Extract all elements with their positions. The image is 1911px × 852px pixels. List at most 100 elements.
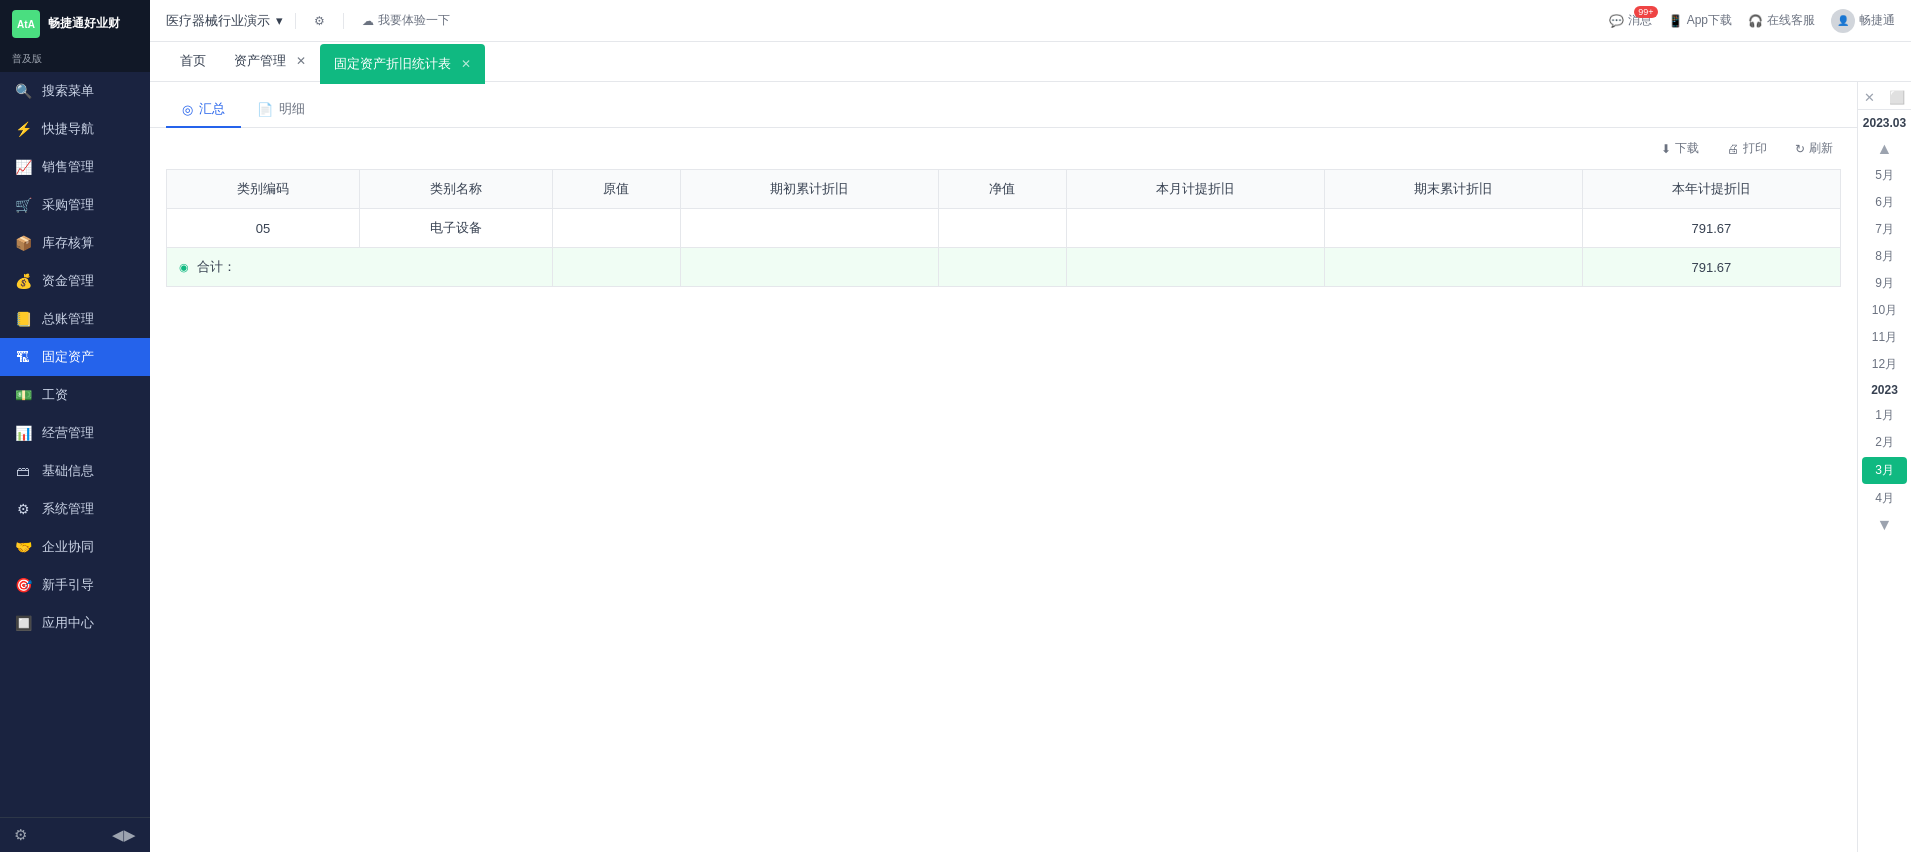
panel-month-12[interactable]: 12月 <box>1858 351 1911 378</box>
username: 畅捷通 <box>1859 12 1895 29</box>
cell-net-value <box>938 209 1066 248</box>
cell-beginning-accumulated <box>680 209 938 248</box>
col-monthly-depreciation: 本月计提折旧 <box>1066 170 1324 209</box>
refresh-btn[interactable]: ↻ 刷新 <box>1787 136 1841 161</box>
sidebar-footer: ⚙ ◀▶ <box>0 817 150 852</box>
sidebar-item-fixed-assets[interactable]: 🏗 固定资产 <box>0 338 150 376</box>
tabs-bar: 首页 资产管理 ✕ 固定资产折旧统计表 ✕ <box>150 42 1911 82</box>
tab-home[interactable]: 首页 <box>166 42 220 82</box>
tab-depreciation-table[interactable]: 固定资产折旧统计表 ✕ <box>320 44 485 84</box>
sidebar-item-enterprise[interactable]: 🤝 企业协同 <box>0 528 150 566</box>
sidebar-item-label: 库存核算 <box>42 234 94 252</box>
sidebar-item-label: 销售管理 <box>42 158 94 176</box>
detail-doc-icon: 📄 <box>257 102 273 117</box>
settings-btn[interactable]: ⚙ <box>308 10 331 32</box>
cell-category-code: 05 <box>167 209 360 248</box>
total-label: 合计： <box>197 259 236 274</box>
panel-nav-up[interactable]: ▲ <box>1873 136 1897 162</box>
tab-close-active-icon[interactable]: ✕ <box>461 57 471 71</box>
panel-close-btn[interactable]: ✕ <box>1864 90 1875 105</box>
table-wrapper: 类别编码 类别名称 原值 期初累计折旧 净值 本月计提折旧 期末累计折旧 本年计… <box>150 169 1857 303</box>
settings-icon[interactable]: ⚙ <box>14 826 27 844</box>
col-category-name: 类别名称 <box>359 170 552 209</box>
main-content: 医疗器械行业演示 ▾ ⚙ ☁ 我要体验一下 💬 消息 99+ 📱 App下载 🎧 <box>150 0 1911 852</box>
basic-info-icon: 🗃 <box>14 462 32 480</box>
experience-btn[interactable]: ☁ 我要体验一下 <box>356 8 456 33</box>
panel-month-4[interactable]: 4月 <box>1858 485 1911 512</box>
sub-tab-summary[interactable]: ◎ 汇总 <box>166 92 241 128</box>
enterprise-icon: 🤝 <box>14 538 32 556</box>
panel-month-10[interactable]: 10月 <box>1858 297 1911 324</box>
sidebar-item-label: 经营管理 <box>42 424 94 442</box>
panel-month-11[interactable]: 11月 <box>1858 324 1911 351</box>
sidebar-item-finance[interactable]: 💰 资金管理 <box>0 262 150 300</box>
sidebar-item-beginner[interactable]: 🎯 新手引导 <box>0 566 150 604</box>
app-header: AtA 畅捷通好业财 <box>0 0 150 48</box>
sidebar-item-label: 应用中心 <box>42 614 94 632</box>
app-download-btn[interactable]: 📱 App下载 <box>1668 12 1732 29</box>
sidebar-nav: 🔍 搜索菜单 ⚡ 快捷导航 📈 销售管理 🛒 采购管理 📦 库存核算 💰 资金管… <box>0 72 150 817</box>
panel-month-9[interactable]: 9月 <box>1858 270 1911 297</box>
panel-month-2[interactable]: 2月 <box>1858 429 1911 456</box>
panel-expand-btn[interactable]: ⬜ <box>1889 90 1905 105</box>
panel-nav-down[interactable]: ▼ <box>1873 512 1897 538</box>
print-btn[interactable]: 🖨 打印 <box>1719 136 1775 161</box>
app-name: 畅捷通好业财 <box>48 16 120 32</box>
sidebar-item-payroll[interactable]: 💵 工资 <box>0 376 150 414</box>
sidebar-item-label: 系统管理 <box>42 500 94 518</box>
total-icon: ◉ <box>179 261 189 273</box>
sidebar-item-search[interactable]: 🔍 搜索菜单 <box>0 72 150 110</box>
app-logo-text: AtA <box>17 18 35 31</box>
sidebar-item-system[interactable]: ⚙ 系统管理 <box>0 490 150 528</box>
sidebar-item-label: 固定资产 <box>42 348 94 366</box>
tab-depreciation-label: 固定资产折旧统计表 <box>334 55 451 73</box>
total-net-value <box>938 248 1066 287</box>
table-total-row: ◉ 合计： 791.67 <box>167 248 1841 287</box>
toolbar: ⬇ 下载 🖨 打印 ↻ 刷新 <box>150 128 1857 169</box>
company-selector[interactable]: 医疗器械行业演示 ▾ <box>166 12 283 30</box>
app-logo: AtA <box>12 10 40 38</box>
sidebar-item-label: 快捷导航 <box>42 120 94 138</box>
sidebar-item-label: 资金管理 <box>42 272 94 290</box>
panel-month-1[interactable]: 1月 <box>1858 402 1911 429</box>
summary-chart-icon: ◎ <box>182 102 193 117</box>
sub-tab-detail[interactable]: 📄 明细 <box>241 92 321 128</box>
service-icon: 🎧 <box>1748 14 1763 28</box>
download-btn[interactable]: ⬇ 下载 <box>1653 136 1707 161</box>
col-ending-accumulated: 期末累计折旧 <box>1324 170 1582 209</box>
cell-category-name: 电子设备 <box>359 209 552 248</box>
sidebar-item-operations[interactable]: 📊 经营管理 <box>0 414 150 452</box>
sidebar-item-ledger[interactable]: 📒 总账管理 <box>0 300 150 338</box>
online-service-btn[interactable]: 🎧 在线客服 <box>1748 12 1815 29</box>
panel-month-3[interactable]: 3月 <box>1862 457 1907 484</box>
sidebar-item-app-center[interactable]: 🔲 应用中心 <box>0 604 150 642</box>
message-btn[interactable]: 💬 消息 99+ <box>1609 12 1652 29</box>
right-panel: ✕ ⬜ 2023.03 ▲ 5月 6月 7月 8月 9月 10月 11月 12月… <box>1857 82 1911 852</box>
sidebar-item-inventory[interactable]: 📦 库存核算 <box>0 224 150 262</box>
beginner-icon: 🎯 <box>14 576 32 594</box>
total-beginning-accumulated <box>680 248 938 287</box>
panel-month-7[interactable]: 7月 <box>1858 216 1911 243</box>
sidebar-item-label: 工资 <box>42 386 68 404</box>
col-original-value: 原值 <box>552 170 680 209</box>
right-panel-header: ✕ ⬜ <box>1858 86 1911 110</box>
tab-asset-management[interactable]: 资产管理 ✕ <box>220 42 320 82</box>
col-net-value: 净值 <box>938 170 1066 209</box>
panel-month-8[interactable]: 8月 <box>1858 243 1911 270</box>
total-original-value <box>552 248 680 287</box>
user-area[interactable]: 👤 畅捷通 <box>1831 9 1895 33</box>
sidebar-item-quick-nav[interactable]: ⚡ 快捷导航 <box>0 110 150 148</box>
sidebar-item-label: 采购管理 <box>42 196 94 214</box>
table-header-row: 类别编码 类别名称 原值 期初累计折旧 净值 本月计提折旧 期末累计折旧 本年计… <box>167 170 1841 209</box>
panel-month-6[interactable]: 6月 <box>1858 189 1911 216</box>
current-period-label: 2023.03 <box>1859 110 1910 136</box>
panel-month-5[interactable]: 5月 <box>1858 162 1911 189</box>
sidebar-item-sales[interactable]: 📈 销售管理 <box>0 148 150 186</box>
total-label-cell: ◉ 合计： <box>167 248 553 287</box>
collapse-icon[interactable]: ◀▶ <box>112 826 136 844</box>
sidebar-item-basic-info[interactable]: 🗃 基础信息 <box>0 452 150 490</box>
total-annual-depreciation: 791.67 <box>1582 248 1840 287</box>
tab-close-icon[interactable]: ✕ <box>296 54 306 68</box>
sidebar-item-purchase[interactable]: 🛒 采购管理 <box>0 186 150 224</box>
payroll-icon: 💵 <box>14 386 32 404</box>
